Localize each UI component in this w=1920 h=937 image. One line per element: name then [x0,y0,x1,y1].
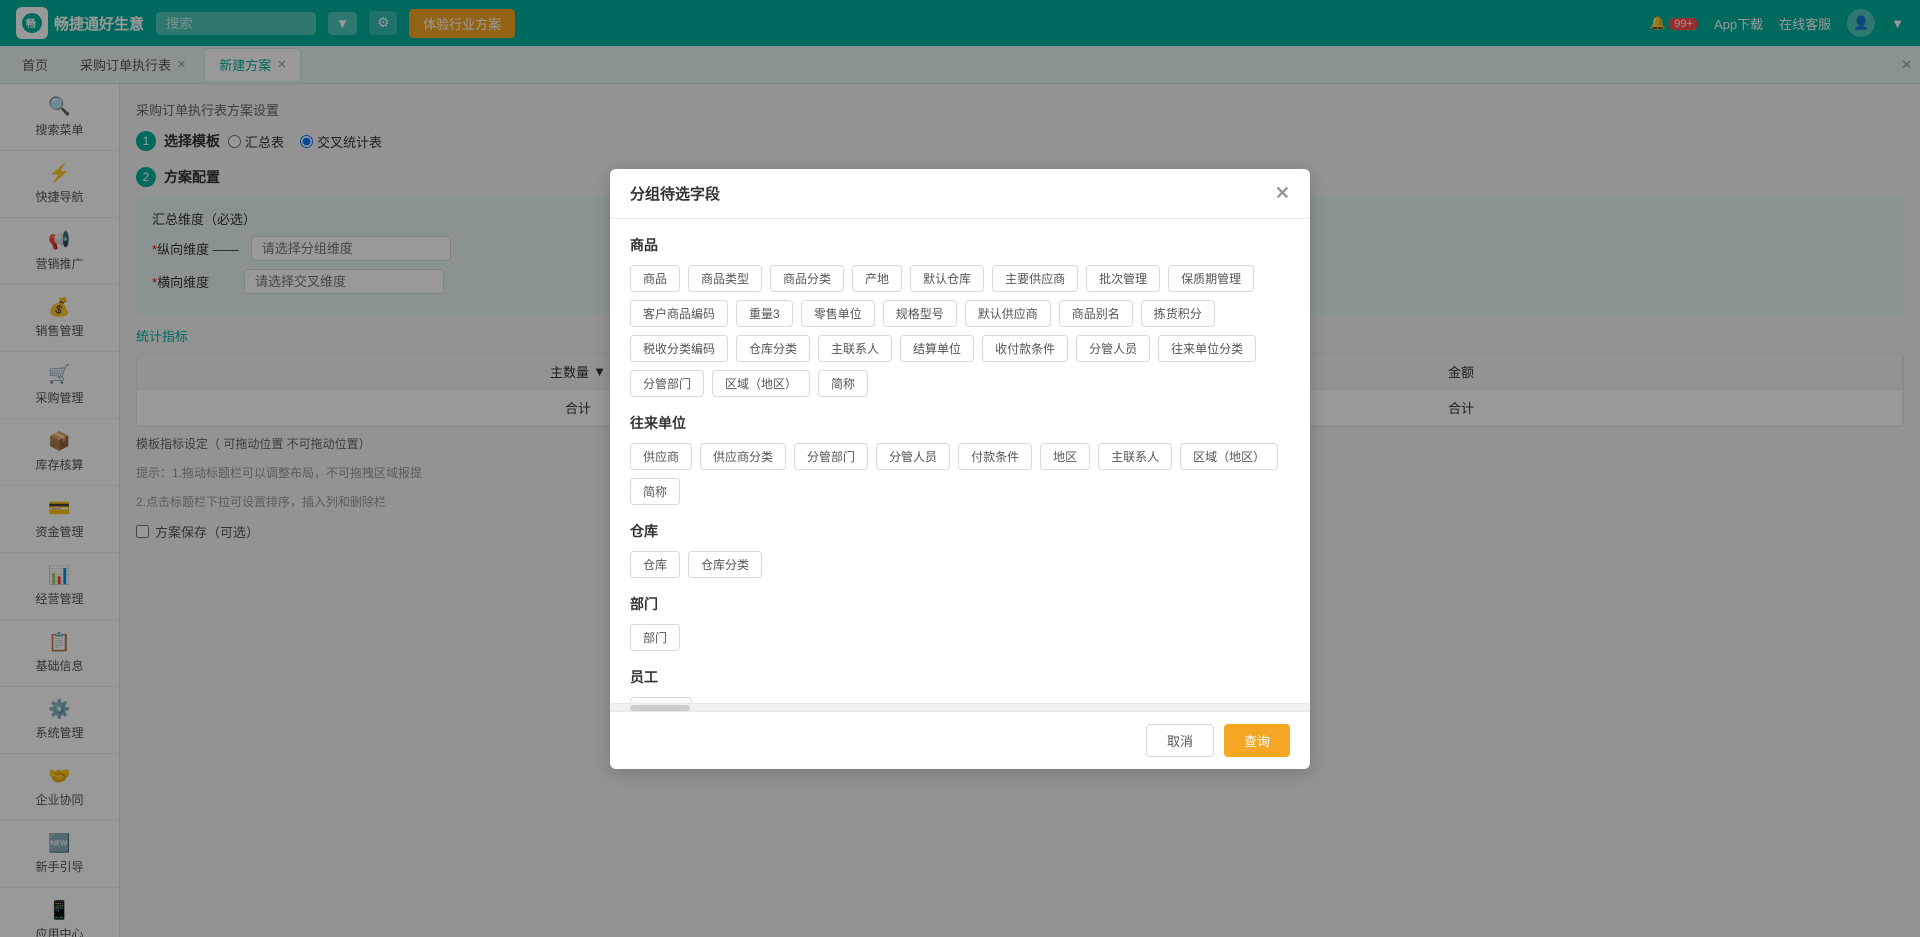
field-tag-1-4[interactable]: 付款条件 [958,443,1032,470]
field-tag-0-22[interactable]: 分管部门 [630,370,704,397]
cancel-button[interactable]: 取消 [1146,724,1214,757]
field-tag-1-1[interactable]: 供应商分类 [700,443,786,470]
modal-body: 商品商品商品类型商品分类产地默认仓库主要供应商批次管理保质期管理客户商品编码重量… [610,219,1310,703]
field-tag-0-8[interactable]: 客户商品编码 [630,300,728,327]
field-tag-1-5[interactable]: 地区 [1040,443,1090,470]
field-section-3: 部门部门 [630,594,1290,651]
scroll-thumb [630,705,690,711]
field-tag-0-14[interactable]: 拣货积分 [1141,300,1215,327]
modal: 分组待选字段 ✕ 商品商品商品类型商品分类产地默认仓库主要供应商批次管理保质期管… [610,169,1310,769]
modal-footer: 取消 查询 [610,711,1310,769]
field-section-1: 往来单位供应商供应商分类分管部门分管人员付款条件地区主联系人区域（地区） 简称 [630,413,1290,505]
field-tag-0-3[interactable]: 产地 [852,265,902,292]
field-tag-0-5[interactable]: 主要供应商 [992,265,1078,292]
modal-title: 分组待选字段 [630,183,720,204]
field-tag-0-16[interactable]: 仓库分类 [736,335,810,362]
modal-horizontal-scroll[interactable] [610,703,1310,711]
field-tag-0-20[interactable]: 分管人员 [1076,335,1150,362]
modal-header: 分组待选字段 ✕ [610,169,1310,219]
field-tag-0-11[interactable]: 规格型号 [883,300,957,327]
field-tags-2: 仓库仓库分类 [630,551,1290,578]
modal-close-btn[interactable]: ✕ [1275,183,1290,204]
field-tag-0-6[interactable]: 批次管理 [1086,265,1160,292]
field-tag-0-2[interactable]: 商品分类 [770,265,844,292]
field-tag-1-6[interactable]: 主联系人 [1098,443,1172,470]
field-tag-0-19[interactable]: 收付款条件 [982,335,1068,362]
field-tag-0-7[interactable]: 保质期管理 [1168,265,1254,292]
field-tag-0-1[interactable]: 商品类型 [688,265,762,292]
field-tag-3-0[interactable]: 部门 [630,624,680,651]
confirm-button[interactable]: 查询 [1224,724,1290,757]
field-section-4: 员工业务员 [630,667,1290,703]
field-tag-2-0[interactable]: 仓库 [630,551,680,578]
field-tag-0-18[interactable]: 结算单位 [900,335,974,362]
field-tag-0-0[interactable]: 商品 [630,265,680,292]
field-section-0: 商品商品商品类型商品分类产地默认仓库主要供应商批次管理保质期管理客户商品编码重量… [630,235,1290,397]
field-tag-0-17[interactable]: 主联系人 [818,335,892,362]
section-title-3: 部门 [630,594,1290,614]
section-title-1: 往来单位 [630,413,1290,433]
field-tag-0-21[interactable]: 往来单位分类 [1158,335,1256,362]
field-tag-0-4[interactable]: 默认仓库 [910,265,984,292]
field-tag-0-24[interactable]: 简称 [818,370,868,397]
field-tag-1-8[interactable]: 简称 [630,478,680,505]
field-tag-1-7[interactable]: 区域（地区） [1180,443,1278,470]
section-title-2: 仓库 [630,521,1290,541]
field-tags-1: 供应商供应商分类分管部门分管人员付款条件地区主联系人区域（地区） 简称 [630,443,1290,505]
field-tag-2-1[interactable]: 仓库分类 [688,551,762,578]
field-tag-0-9[interactable]: 重量3 [736,300,793,327]
field-tag-0-23[interactable]: 区域（地区） [712,370,810,397]
field-tags-3: 部门 [630,624,1290,651]
field-section-2: 仓库仓库仓库分类 [630,521,1290,578]
field-tag-1-0[interactable]: 供应商 [630,443,692,470]
field-tag-0-10[interactable]: 零售单位 [801,300,875,327]
section-title-0: 商品 [630,235,1290,255]
field-tag-1-3[interactable]: 分管人员 [876,443,950,470]
modal-overlay: 分组待选字段 ✕ 商品商品商品类型商品分类产地默认仓库主要供应商批次管理保质期管… [0,0,1920,937]
field-tag-0-13[interactable]: 商品别名 [1059,300,1133,327]
field-tag-0-12[interactable]: 默认供应商 [965,300,1051,327]
field-tags-0: 商品商品类型商品分类产地默认仓库主要供应商批次管理保质期管理客户商品编码重量3 零… [630,265,1290,397]
section-title-4: 员工 [630,667,1290,687]
field-tag-1-2[interactable]: 分管部门 [794,443,868,470]
field-tag-0-15[interactable]: 税收分类编码 [630,335,728,362]
